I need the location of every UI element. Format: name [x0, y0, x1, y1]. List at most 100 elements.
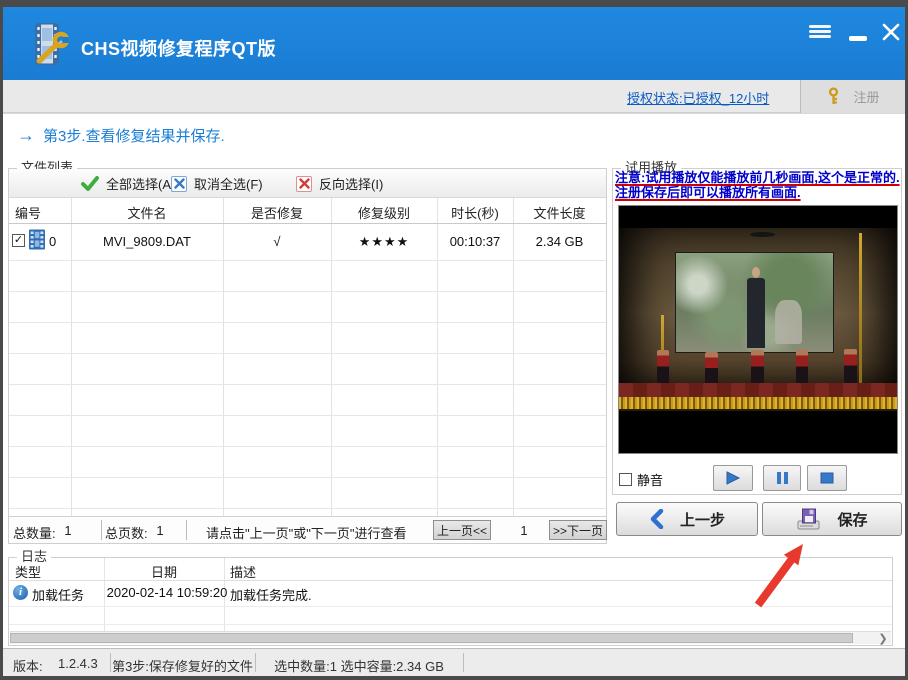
back-button-label: 上一步: [680, 509, 725, 530]
log-header-type: 类型: [15, 562, 41, 581]
cell-number: 0: [49, 234, 67, 249]
menu-bar: [809, 25, 831, 29]
scrollbar-thumb[interactable]: [10, 633, 853, 643]
prev-page-button[interactable]: 上一页<<: [433, 520, 491, 540]
invert-selection-label: 反向选择(I): [319, 174, 383, 193]
pause-icon: [776, 471, 789, 485]
play-icon: [725, 471, 741, 485]
app-title: CHS视频修复程序QT版: [81, 35, 276, 61]
log-row-line: [9, 606, 892, 607]
total-pages-value: 1: [145, 523, 175, 538]
key-icon: [826, 87, 841, 107]
video-preview[interactable]: [618, 205, 898, 454]
minimize-bar: [849, 36, 867, 41]
stage-screen: [675, 252, 835, 353]
preview-group: 试用播放 注意:试用播放仅能播放前几秒画面,这个是正常的. 注册保存后即可以播放…: [612, 168, 902, 495]
back-button[interactable]: 上一步: [616, 502, 758, 536]
step-arrow-icon: →: [17, 125, 35, 146]
step-heading-text: 第3步.查看修复结果并保存.: [43, 125, 225, 146]
header-number: 编号: [15, 203, 41, 222]
filmstrip-icon: [28, 229, 46, 250]
main-area: → 第3步.查看修复结果并保存. 文件列表 全部选择(A) 取消全选(F): [3, 113, 905, 648]
log-cell-description: 加载任务完成.: [230, 585, 312, 604]
table-grid-lines: [9, 260, 606, 516]
close-x: [881, 22, 901, 42]
trial-warning-line1: 注意:试用播放仅能播放前几秒画面,这个是正常的.: [615, 170, 901, 185]
close-icon[interactable]: [879, 21, 903, 43]
log-horizontal-scrollbar[interactable]: ❯: [10, 631, 891, 644]
mute-label: 静音: [637, 470, 663, 489]
log-header-description: 描述: [230, 562, 256, 581]
minimize-icon[interactable]: [846, 27, 870, 49]
status-selection: 选中数量:1 选中容量:2.34 GB: [255, 656, 463, 675]
pause-button[interactable]: [763, 465, 801, 491]
cell-repair-level: ★★★★: [331, 234, 437, 250]
floppy-disk-icon: [796, 508, 821, 531]
next-page-button[interactable]: >>下一页: [549, 520, 607, 540]
gold-curtain-edge: [859, 233, 862, 384]
scrollbar-right-arrow-icon[interactable]: ❯: [875, 632, 891, 644]
header-file-size: 文件长度: [513, 203, 606, 222]
cell-filename: MVI_9809.DAT: [71, 234, 223, 249]
red-x-icon: [296, 176, 312, 192]
info-icon: i: [13, 585, 28, 600]
cell-repaired: √: [223, 234, 331, 249]
stop-button[interactable]: [807, 465, 847, 491]
status-divider: [463, 653, 464, 672]
total-count-value: 1: [53, 523, 83, 538]
header-filename: 文件名: [71, 203, 223, 222]
header-repair-level: 修复级别: [331, 203, 437, 222]
pagination-bar: 总数量: 1 总页数: 1 请点击"上一页"或"下一页"进行查看 上一页<< 1…: [9, 516, 606, 543]
log-cell-date: 2020-02-14 10:59:20: [104, 585, 230, 600]
row-checkbox[interactable]: ✓: [12, 234, 25, 247]
log-cell-type: 加载任务: [32, 585, 84, 604]
total-pages-label: 总页数:: [105, 523, 148, 542]
menu-icon[interactable]: [809, 21, 833, 43]
status-bar: 版本: 1.2.4.3 第3步:保存修复好的文件 选中数量:1 选中容量:2.3…: [3, 648, 905, 676]
performer: [796, 350, 809, 383]
current-page: 1: [509, 523, 539, 538]
version-value: 1.2.4.3: [58, 656, 98, 671]
total-count-label: 总数量:: [13, 523, 56, 542]
play-button[interactable]: [713, 465, 753, 491]
titlebar: CHS视频修复程序QT版: [3, 7, 905, 80]
save-button[interactable]: 保存: [762, 502, 902, 536]
menu-bar: [809, 30, 831, 34]
performer: [844, 349, 857, 382]
trial-warning-line2: 注册保存后即可以播放所有画面.: [615, 185, 901, 200]
singer-on-screen: [747, 278, 764, 347]
performer: [751, 350, 764, 383]
file-list-toolbar: 全部选择(A) 取消全选(F) 反向选择(I): [9, 169, 606, 198]
menu-bar: [809, 35, 831, 39]
license-bar: 授权状态:已授权_12小时 注册: [3, 80, 905, 113]
app-icon: [27, 21, 73, 67]
pager-divider: [101, 520, 102, 540]
file-table: 编号 文件名 是否修复 修复级别 时长(秒) 文件长度 ✓: [9, 198, 606, 516]
blue-x-icon: [171, 176, 187, 192]
chevron-left-icon: [649, 509, 664, 529]
header-repaired: 是否修复: [223, 203, 331, 222]
stage-floor: [619, 383, 897, 398]
mute-checkbox[interactable]: [619, 473, 632, 486]
log-header-date: 日期: [104, 562, 224, 581]
license-status-link[interactable]: 授权状态:已授权_12小时: [627, 88, 769, 107]
deselect-all-button[interactable]: 取消全选(F): [167, 169, 267, 198]
cell-file-size: 2.34 GB: [513, 234, 606, 249]
stone-on-screen: [775, 300, 802, 344]
deselect-all-label: 取消全选(F): [194, 174, 263, 193]
playback-controls: 静音: [613, 462, 901, 495]
register-button[interactable]: 注册: [800, 80, 905, 113]
app-window: CHS视频修复程序QT版 授权状态:已授权_12小时 注册 →: [0, 0, 908, 680]
mute-control[interactable]: 静音: [619, 470, 663, 489]
step-heading: → 第3步.查看修复结果并保存.: [17, 125, 225, 146]
select-all-button[interactable]: 全部选择(A): [77, 169, 179, 198]
header-duration: 时长(秒): [437, 203, 513, 222]
register-label: 注册: [853, 87, 879, 106]
file-list-group: 文件列表 全部选择(A) 取消全选(F): [8, 168, 607, 544]
log-row-line: [9, 624, 892, 625]
stage-gold-fringe: [619, 397, 897, 411]
status-step: 第3步:保存修复好的文件: [110, 656, 255, 675]
invert-selection-button[interactable]: 反向选择(I): [292, 169, 387, 198]
performer: [705, 352, 718, 385]
save-button-label: 保存: [837, 509, 867, 530]
